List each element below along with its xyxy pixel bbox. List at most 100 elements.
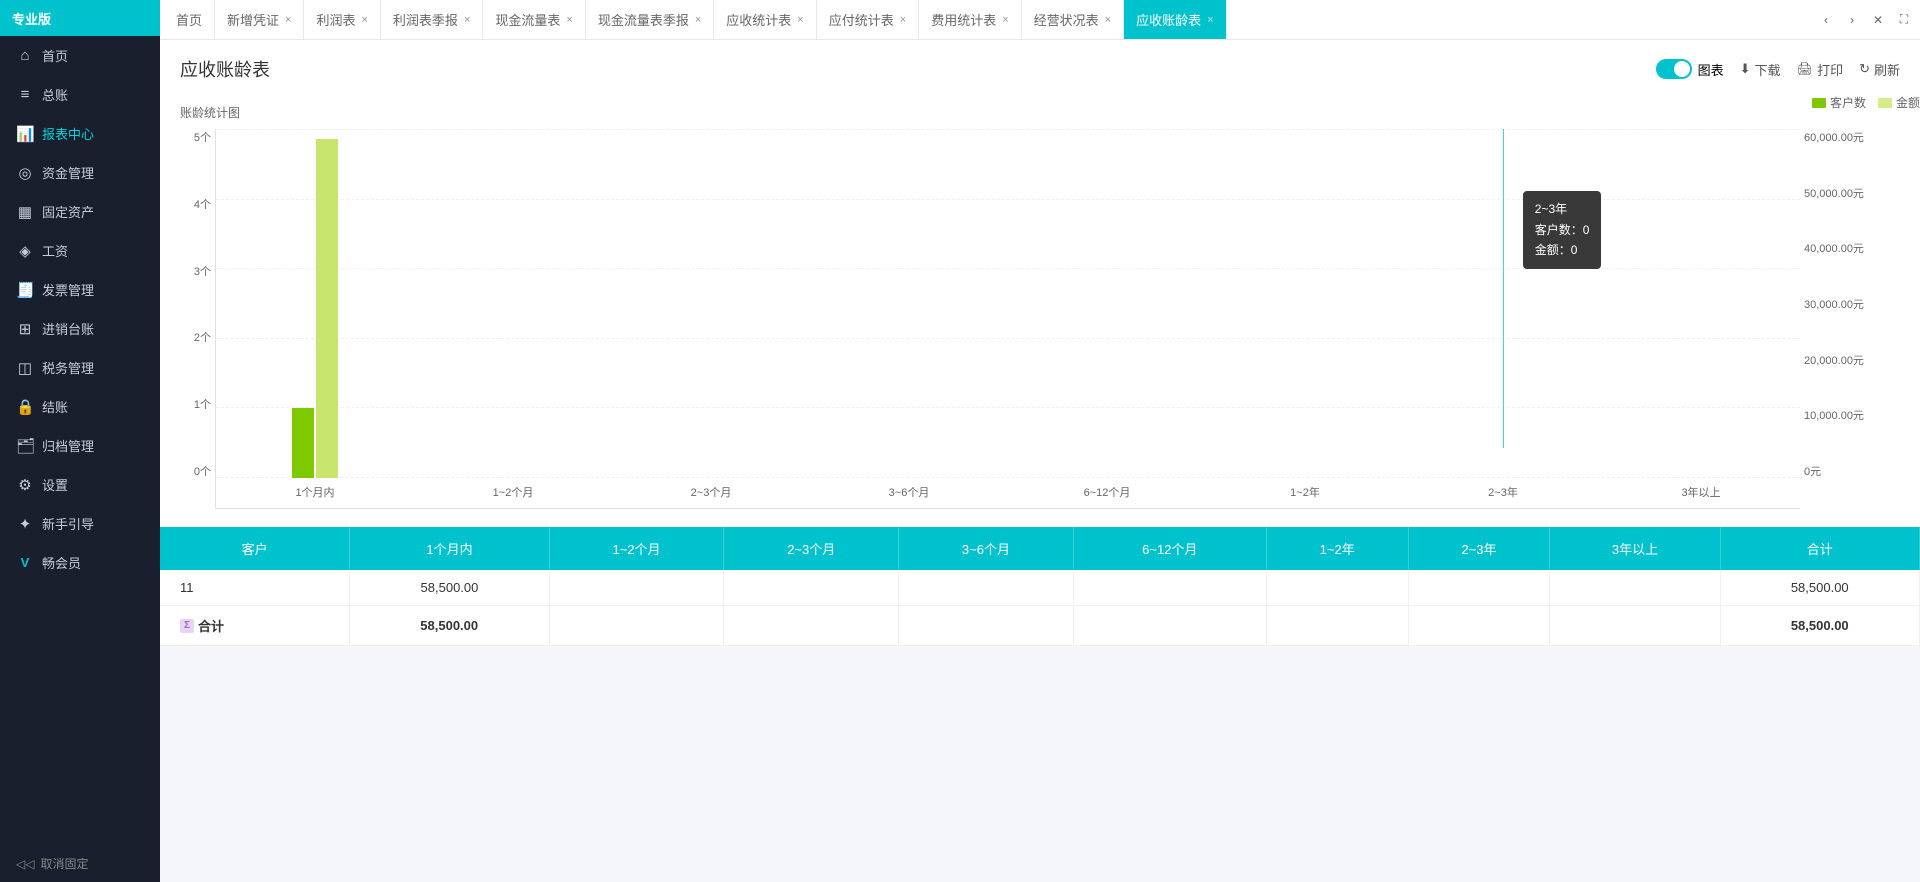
yr-label-10000: 10,000.00元 xyxy=(1804,407,1864,423)
x-label-12y: 1~2年 xyxy=(1206,478,1404,508)
td-total-23y xyxy=(1408,606,1550,646)
sidebar-item-tax[interactable]: ◫ 税务管理 xyxy=(0,348,160,387)
chart-bars-area: 2~3年 客户数：0 金额：0 xyxy=(216,129,1800,478)
y-label-0: 0个 xyxy=(194,463,211,479)
tab-next-btn[interactable]: › xyxy=(1840,8,1864,32)
th-36m: 3~6个月 xyxy=(899,527,1074,570)
chart-group-1m xyxy=(216,129,414,478)
sidebar-item-member[interactable]: V 畅会员 xyxy=(0,543,160,582)
y-label-3: 3个 xyxy=(194,263,211,279)
tab-maximize-btn[interactable]: ⛶ xyxy=(1892,8,1916,32)
tab-prev-btn[interactable]: ‹ xyxy=(1814,8,1838,32)
sidebar-label-home: 首页 xyxy=(42,46,68,65)
chart-group-23y: 2~3年 客户数：0 金额：0 xyxy=(1404,129,1602,478)
sidebar-item-closing[interactable]: 🔒 结账 xyxy=(0,387,160,426)
tab-ar-aging[interactable]: 应收账龄表 × xyxy=(1124,0,1226,40)
sidebar-label-ledger: 总账 xyxy=(42,85,68,104)
tab-profit-q-label: 利润表季报 xyxy=(393,10,458,29)
sidebar-item-salary[interactable]: ◈ 工资 xyxy=(0,231,160,270)
asset-icon: ▦ xyxy=(16,203,34,221)
sidebar-item-invoice[interactable]: 🧾 发票管理 xyxy=(0,270,160,309)
chart-legend: 客户数 金额 xyxy=(1812,94,1920,111)
sidebar-item-ledger[interactable]: ≡ 总账 xyxy=(0,75,160,114)
x-label-23m: 2~3个月 xyxy=(612,478,810,508)
sidebar: 专业版 ⌂ 首页 ≡ 总账 📊 报表中心 ◎ 资金管理 ▦ 固定资产 ◈ 工资 … xyxy=(0,0,160,882)
sidebar-item-inventory[interactable]: ⊞ 进销台账 xyxy=(0,309,160,348)
tab-cashflow-close[interactable]: × xyxy=(566,14,572,26)
tab-ar-aging-close[interactable]: × xyxy=(1207,14,1213,26)
tab-close-all-btn[interactable]: ✕ xyxy=(1866,8,1890,32)
legend-customer-color xyxy=(1812,98,1826,108)
tab-expense[interactable]: 费用统计表 × xyxy=(919,0,1021,40)
tab-bar: 首页 新增凭证 × 利润表 × 利润表季报 × 现金流量表 × 现金流量表季报 … xyxy=(160,0,1920,40)
td-36m-0 xyxy=(899,570,1074,606)
sidebar-item-home[interactable]: ⌂ 首页 xyxy=(0,36,160,75)
tab-cashflow-q[interactable]: 现金流量表季报 × xyxy=(586,0,714,40)
sidebar-unpin[interactable]: ◁◁ 取消固定 xyxy=(0,845,160,882)
y-label-1: 1个 xyxy=(194,396,211,412)
td-1m-0: 58,500.00 xyxy=(350,570,549,606)
tab-profit[interactable]: 利润表 × xyxy=(304,0,380,40)
sidebar-item-archive[interactable]: 🗂 归档管理 xyxy=(0,426,160,465)
chart-y-right: 60,000.00元 50,000.00元 40,000.00元 30,000.… xyxy=(1800,129,1900,509)
tab-cashflow-q-close[interactable]: × xyxy=(695,14,701,26)
bar-lightgreen-1m xyxy=(316,139,338,478)
td-total-12m xyxy=(549,606,724,646)
refresh-icon: ↻ xyxy=(1859,61,1870,77)
tab-voucher[interactable]: 新增凭证 × xyxy=(215,0,304,40)
print-label: 打印 xyxy=(1817,60,1843,79)
app-logo: 专业版 xyxy=(0,0,160,36)
tab-home[interactable]: 首页 xyxy=(164,0,215,40)
download-btn[interactable]: ⬇ 下载 xyxy=(1740,60,1781,79)
yr-label-40000: 40,000.00元 xyxy=(1804,240,1864,256)
sidebar-item-asset[interactable]: ▦ 固定资产 xyxy=(0,192,160,231)
sidebar-item-guide[interactable]: ✦ 新手引导 xyxy=(0,504,160,543)
tab-profit-q-close[interactable]: × xyxy=(464,14,470,26)
refresh-btn[interactable]: ↻ 刷新 xyxy=(1859,60,1900,79)
tab-ar-stat[interactable]: 应收统计表 × xyxy=(714,0,816,40)
chart-toggle[interactable] xyxy=(1656,59,1692,79)
sidebar-item-report[interactable]: 📊 报表中心 xyxy=(0,114,160,153)
chart-y-left: 5个 4个 3个 2个 1个 0个 xyxy=(180,129,215,509)
print-btn[interactable]: 🖨 打印 xyxy=(1797,60,1844,79)
tab-biz-close[interactable]: × xyxy=(1105,14,1111,26)
sidebar-item-settings[interactable]: ⚙ 设置 xyxy=(0,465,160,504)
page-title: 应收账龄表 xyxy=(180,56,270,82)
sidebar-label-report: 报表中心 xyxy=(42,124,94,143)
tab-expense-label: 费用统计表 xyxy=(931,10,996,29)
invoice-icon: 🧾 xyxy=(16,281,34,299)
th-23m: 2~3个月 xyxy=(724,527,899,570)
sidebar-item-fund[interactable]: ◎ 资金管理 xyxy=(0,153,160,192)
x-label-36m: 3~6个月 xyxy=(810,478,1008,508)
tab-ap-stat-close[interactable]: × xyxy=(900,14,906,26)
tab-expense-close[interactable]: × xyxy=(1002,14,1008,26)
inventory-icon: ⊞ xyxy=(16,320,34,338)
tab-ar-stat-close[interactable]: × xyxy=(797,14,803,26)
chart-area: 账龄统计图 客户数 金额 5个 4个 xyxy=(160,94,1920,519)
chart-group-12m xyxy=(414,129,612,478)
tooltip-amount: 金额：0 xyxy=(1535,240,1590,260)
tab-profit-q[interactable]: 利润表季报 × xyxy=(381,0,483,40)
y-label-4: 4个 xyxy=(194,196,211,212)
sidebar-label-fund: 资金管理 xyxy=(42,163,94,182)
sidebar-label-asset: 固定资产 xyxy=(42,202,94,221)
td-3yplus-0 xyxy=(1550,570,1720,606)
tab-cashflow[interactable]: 现金流量表 × xyxy=(483,0,585,40)
tab-profit-close[interactable]: × xyxy=(361,14,367,26)
chart-container: 5个 4个 3个 2个 1个 0个 xyxy=(180,129,1900,509)
yr-label-20000: 20,000.00元 xyxy=(1804,352,1864,368)
chart-group-36m xyxy=(810,129,1008,478)
home-icon: ⌂ xyxy=(16,47,34,64)
tab-ap-stat[interactable]: 应付统计表 × xyxy=(817,0,919,40)
tab-biz[interactable]: 经营状况表 × xyxy=(1022,0,1124,40)
tab-nav-buttons: ‹ › ✕ ⛶ xyxy=(1814,8,1916,32)
report-area: 应收账龄表 图表 ⬇ 下载 🖨 打印 ↻ xyxy=(160,40,1920,646)
download-label: 下载 xyxy=(1755,60,1781,79)
td-customer-0: 11 xyxy=(160,570,350,606)
sidebar-label-tax: 税务管理 xyxy=(42,358,94,377)
y-label-5: 5个 xyxy=(194,129,211,145)
sidebar-label-archive: 归档管理 xyxy=(42,436,94,455)
x-label-12m: 1~2个月 xyxy=(414,478,612,508)
download-icon: ⬇ xyxy=(1740,61,1751,77)
tab-voucher-close[interactable]: × xyxy=(285,14,291,26)
